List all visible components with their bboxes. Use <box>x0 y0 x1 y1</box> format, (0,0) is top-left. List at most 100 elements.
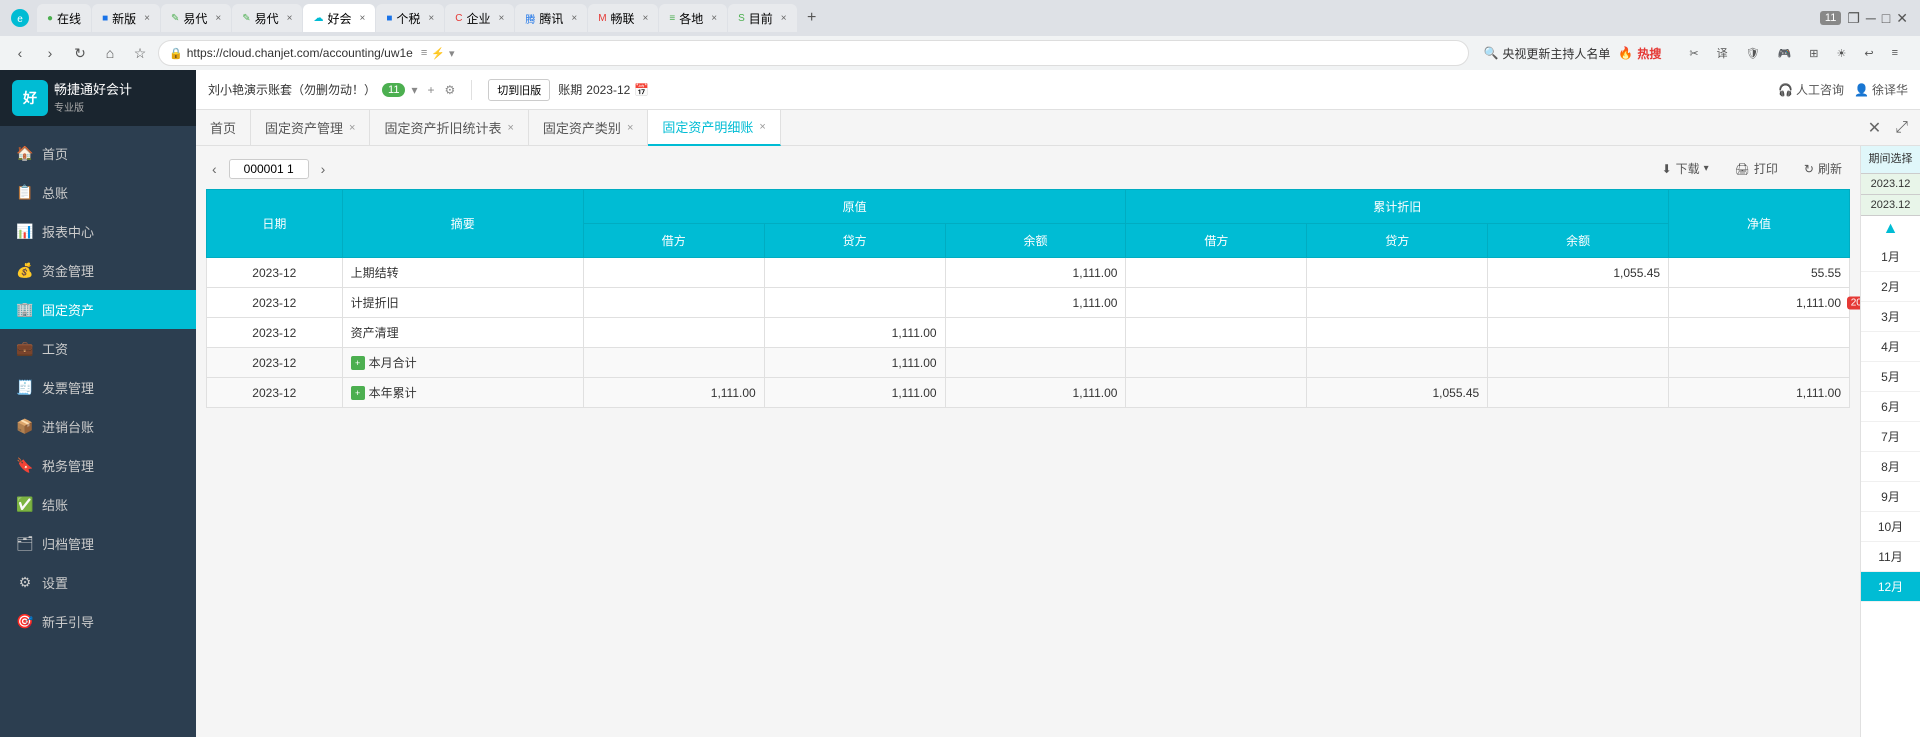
sidebar-item-close[interactable]: ✅ 结账 <box>0 485 196 524</box>
tab-new[interactable]: ■ 新版 × <box>92 4 160 32</box>
shield-tool[interactable]: 🛡 <box>1740 45 1766 62</box>
period-month-12[interactable]: 12月 <box>1861 572 1920 602</box>
tab-close-new[interactable]: × <box>144 13 150 24</box>
sidebar-item-general-ledger[interactable]: 📋 总账 <box>0 173 196 212</box>
add-account-button[interactable]: + <box>427 83 434 97</box>
col-header-net-value: 净值 <box>1669 190 1850 258</box>
tab-bar: e ● 在线 ■ 新版 × ✎ 易代 × ✎ 易代 × ☁ 好会 × ■ 个税 <box>0 0 1920 36</box>
new-tab-button[interactable]: + <box>798 4 826 32</box>
tab-close-gedi[interactable]: × <box>711 13 717 24</box>
sidebar-item-invoice[interactable]: 🧾 发票管理 <box>0 368 196 407</box>
scissors-tool[interactable]: ✂ <box>1683 45 1704 62</box>
period-month-2[interactable]: 2月 <box>1861 272 1920 302</box>
tab-close-detail-ledger[interactable]: × <box>759 121 765 133</box>
tab-yidai2[interactable]: ✎ 易代 × <box>232 4 302 32</box>
refresh-button[interactable]: ↻ 刷新 <box>1796 156 1850 181</box>
translate-tool[interactable]: 译 <box>1711 43 1734 63</box>
sidebar-item-guide[interactable]: 🎯 新手引导 <box>0 602 196 641</box>
period-month-1[interactable]: 1月 <box>1861 242 1920 272</box>
switch-version-button[interactable]: 切到旧版 <box>488 79 550 101</box>
cell-dep-credit-4 <box>1307 348 1488 378</box>
tab-close-geshui[interactable]: × <box>428 13 434 24</box>
home-button[interactable]: ⌂ <box>98 41 122 65</box>
account-dropdown-icon[interactable]: ▾ <box>411 83 417 97</box>
tab-haokuai[interactable]: ☁ 好会 × <box>303 4 375 32</box>
cell-orig-debit-2 <box>583 288 764 318</box>
url-bar[interactable]: 🔒 https://cloud.chanjet.com/accounting/u… <box>158 40 1469 66</box>
maximize-icon[interactable]: □ <box>1882 10 1890 26</box>
print-button[interactable]: 🖨 打印 <box>1727 156 1786 181</box>
period-month-7[interactable]: 7月 <box>1861 422 1920 452</box>
restore-window-icon[interactable]: ❐ <box>1847 10 1860 27</box>
close-window-icon[interactable]: ✕ <box>1896 10 1908 27</box>
period-month-3[interactable]: 3月 <box>1861 302 1920 332</box>
period-edit-icon[interactable]: 📅 <box>634 83 649 97</box>
tab-tengxun[interactable]: 腾 腾讯 × <box>515 4 587 32</box>
tab-geshui[interactable]: ■ 个税 × <box>376 4 444 32</box>
cell-dep-balance-3 <box>1488 318 1669 348</box>
sidebar-item-fixed-assets[interactable]: 🏢 固定资产 <box>0 290 196 329</box>
period-month-4[interactable]: 4月 <box>1861 332 1920 362</box>
sidebar-item-settings[interactable]: ⚙ 设置 <box>0 563 196 602</box>
reload-button[interactable]: ↻ <box>68 41 92 65</box>
period-month-6[interactable]: 6月 <box>1861 392 1920 422</box>
tab-homepage[interactable]: 首页 <box>196 110 251 146</box>
url-boost-icon[interactable]: ⚡ <box>431 47 445 60</box>
tab-asset-detail-ledger[interactable]: 固定资产明细账 × <box>648 110 780 146</box>
next-page-button[interactable]: › <box>315 159 332 179</box>
period-month-10[interactable]: 10月 <box>1861 512 1920 542</box>
period-month-11[interactable]: 11月 <box>1861 542 1920 572</box>
sidebar-item-home[interactable]: 🏠 首页 <box>0 134 196 173</box>
tab-close-yidai1[interactable]: × <box>215 13 221 24</box>
sun-tool[interactable]: ☀ <box>1830 45 1852 62</box>
help-button[interactable]: 🎧 人工咨询 <box>1778 81 1844 98</box>
tab-chang[interactable]: M 畅联 × <box>588 4 658 32</box>
tab-close-muqian[interactable]: × <box>781 13 787 24</box>
tab-muqian[interactable]: S 目前 × <box>728 4 797 32</box>
bookmark-button[interactable]: ☆ <box>128 41 152 65</box>
account-settings-icon[interactable]: ⚙ <box>444 83 455 97</box>
game-tool[interactable]: 🎮 <box>1772 45 1798 62</box>
period-month-5[interactable]: 5月 <box>1861 362 1920 392</box>
sidebar-item-reports[interactable]: 📊 报表中心 <box>0 212 196 251</box>
sidebar-item-archive[interactable]: 🗂 归档管理 <box>0 524 196 563</box>
tab-gedi[interactable]: ≡ 各地 × <box>659 4 727 32</box>
undo-tool[interactable]: ↩ <box>1858 45 1879 62</box>
user-info[interactable]: 👤 徐译华 <box>1854 81 1908 98</box>
tab-close-tengxun[interactable]: × <box>571 13 577 24</box>
grid-tool[interactable]: ⊞ <box>1803 45 1824 62</box>
close-all-tabs-icon[interactable]: ✕ <box>1864 114 1885 142</box>
tab-fixed-assets-management[interactable]: 固定资产管理 × <box>251 110 370 146</box>
tab-close-haokuai[interactable]: × <box>359 13 365 24</box>
period-month-8[interactable]: 8月 <box>1861 452 1920 482</box>
period-scroll-up[interactable]: ▲ <box>1861 216 1920 242</box>
tab-close-chang[interactable]: × <box>643 13 649 24</box>
sidebar-item-tax[interactable]: 🔖 税务管理 <box>0 446 196 485</box>
download-button[interactable]: ⬇ 下载 ▾ <box>1654 156 1717 181</box>
period-month-9[interactable]: 9月 <box>1861 482 1920 512</box>
tab-close-qiye[interactable]: × <box>498 13 504 24</box>
menu-tool[interactable]: ≡ <box>1886 45 1904 61</box>
tab-yidai1[interactable]: ✎ 易代 × <box>161 4 231 32</box>
tab-close-dep-stats[interactable]: × <box>507 122 513 134</box>
url-settings-icon[interactable]: ≡ <box>421 47 427 59</box>
url-dropdown-icon[interactable]: ▾ <box>449 47 455 60</box>
tab-qiye[interactable]: C 企业 × <box>445 4 514 32</box>
sidebar-item-salary[interactable]: 💼 工资 <box>0 329 196 368</box>
tab-depreciation-stats[interactable]: 固定资产折旧统计表 × <box>370 110 528 146</box>
tab-online[interactable]: ● 在线 <box>37 4 91 32</box>
sidebar-item-inventory[interactable]: 📦 进销台账 <box>0 407 196 446</box>
cell-summary-3: 资产清理 <box>342 318 583 348</box>
minimize-icon[interactable]: ─ <box>1866 10 1876 26</box>
prev-page-button[interactable]: ‹ <box>206 159 223 179</box>
forward-button[interactable]: › <box>38 41 62 65</box>
tab-asset-category[interactable]: 固定资产类别 × <box>529 110 648 146</box>
col-header-acc-dep: 累计折旧 <box>1126 190 1669 224</box>
tab-close-asset-cat[interactable]: × <box>627 122 633 134</box>
expand-tabs-icon[interactable]: ⤢ <box>1891 115 1912 141</box>
tab-close-assets-mgmt[interactable]: × <box>349 122 355 134</box>
tab-close-yidai2[interactable]: × <box>287 13 293 24</box>
account-name: 刘小艳演示账套（勿删勿动！） <box>208 81 376 98</box>
back-button[interactable]: ‹ <box>8 41 32 65</box>
sidebar-item-funds[interactable]: 💰 资金管理 <box>0 251 196 290</box>
